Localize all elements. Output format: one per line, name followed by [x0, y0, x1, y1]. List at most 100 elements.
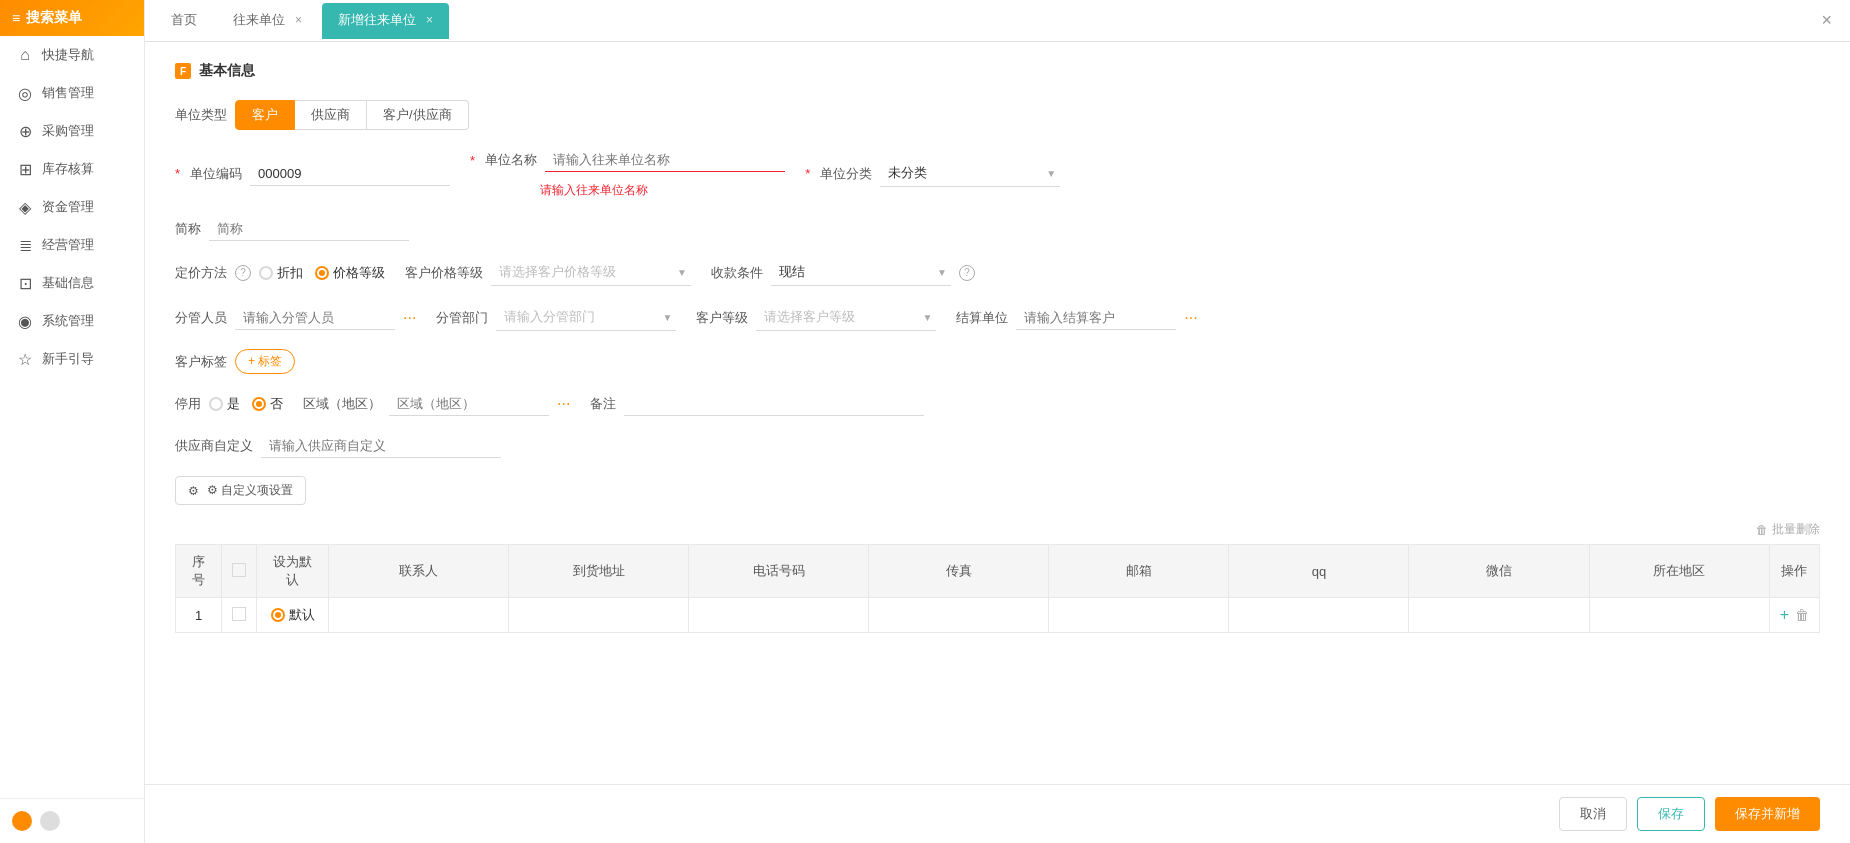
- department-select[interactable]: 请输入分管部门 ▼: [496, 304, 676, 331]
- system-icon: ◉: [16, 312, 34, 330]
- basic-info-icon: ⊡: [16, 274, 34, 292]
- fax-input[interactable]: [879, 608, 1038, 623]
- tab-partners[interactable]: 往来单位 ×: [217, 3, 318, 39]
- batch-delete-btn[interactable]: 🗑 批量删除: [1756, 521, 1820, 538]
- qq-input[interactable]: [1239, 608, 1398, 623]
- tab-new-partner[interactable]: 新增往来单位 ×: [322, 3, 449, 39]
- supplier-custom-label: 供应商自定义: [175, 437, 253, 455]
- tab-home[interactable]: 首页: [155, 3, 213, 39]
- payment-terms-group: 收款条件 现结 ▼ ?: [711, 259, 975, 286]
- cell-qq[interactable]: [1229, 598, 1409, 633]
- pricing-help-icon[interactable]: ?: [235, 265, 251, 281]
- sidebar-bottom-btn1[interactable]: [12, 811, 32, 831]
- table-region-input[interactable]: [1600, 608, 1759, 623]
- sidebar-item-system[interactable]: ◉ 系统管理: [0, 302, 144, 340]
- add-tag-button[interactable]: + 标签: [235, 349, 295, 374]
- pricing-group: 定价方法 ? 折扣 价格等级: [175, 264, 385, 282]
- sidebar-item-operations[interactable]: ≣ 经营管理: [0, 226, 144, 264]
- row-checkbox[interactable]: [232, 607, 246, 621]
- unit-code-label: 单位编码: [190, 165, 242, 183]
- radio-yes[interactable]: 是: [209, 395, 240, 413]
- sidebar-search[interactable]: ≡ 搜索菜单: [0, 0, 144, 36]
- chevron-down-icon5: ▼: [922, 312, 932, 323]
- custom-settings-button[interactable]: ⚙ ⚙ 自定义项设置: [175, 476, 306, 505]
- region-more-btn[interactable]: ···: [557, 395, 570, 413]
- radio-discount[interactable]: 折扣: [259, 264, 303, 282]
- sidebar-item-quick-nav[interactable]: ⌂ 快捷导航: [0, 36, 144, 74]
- unit-category-select[interactable]: 未分类 ▼: [880, 160, 1060, 187]
- phone-input[interactable]: [699, 608, 858, 623]
- col-default: 设为默认: [257, 545, 329, 598]
- disabled-group: 停用 是 否: [175, 395, 283, 413]
- short-name-input[interactable]: [209, 217, 409, 241]
- row-add-btn[interactable]: +: [1780, 606, 1789, 624]
- row-delete-btn[interactable]: 🗑: [1795, 607, 1809, 623]
- payment-help-icon[interactable]: ?: [959, 265, 975, 281]
- inventory-icon: ⊞: [16, 160, 34, 178]
- cell-region[interactable]: [1589, 598, 1769, 633]
- sidebar-item-sales[interactable]: ◎ 销售管理: [0, 74, 144, 112]
- table-select-all[interactable]: [232, 563, 246, 577]
- sidebar-item-inventory[interactable]: ⊞ 库存核算: [0, 150, 144, 188]
- wechat-input[interactable]: [1419, 608, 1578, 623]
- region-input[interactable]: [389, 392, 549, 416]
- sidebar-bottom-btn2[interactable]: [40, 811, 60, 831]
- cell-wechat[interactable]: [1409, 598, 1589, 633]
- col-action: 操作: [1769, 545, 1819, 598]
- chevron-down-icon: ▼: [1046, 168, 1056, 179]
- type-btn-customer[interactable]: 客户: [235, 100, 295, 130]
- department-placeholder: 请输入分管部门: [504, 308, 658, 326]
- unit-type-group: 单位类型 客户 供应商 客户/供应商: [175, 100, 469, 130]
- home-icon: ⌂: [16, 46, 34, 64]
- pricing-label: 定价方法: [175, 264, 227, 282]
- cell-contact[interactable]: [329, 598, 509, 633]
- settlement-more-btn[interactable]: ···: [1184, 309, 1197, 327]
- sidebar-label-operations: 经营管理: [42, 236, 94, 254]
- manager-more-btn[interactable]: ···: [403, 309, 416, 327]
- remark-input[interactable]: [624, 392, 924, 416]
- type-btn-supplier[interactable]: 供应商: [295, 100, 367, 130]
- cell-email[interactable]: [1049, 598, 1229, 633]
- radio-no[interactable]: 否: [252, 395, 283, 413]
- cell-fax[interactable]: [869, 598, 1049, 633]
- payment-terms-value: 现结: [779, 263, 933, 281]
- manager-input[interactable]: [235, 306, 395, 330]
- save-button[interactable]: 保存: [1637, 797, 1705, 831]
- unit-name-input[interactable]: [545, 148, 785, 172]
- sidebar-item-purchase[interactable]: ⊕ 采购管理: [0, 112, 144, 150]
- cell-check: [222, 598, 257, 633]
- cell-phone[interactable]: [689, 598, 869, 633]
- sidebar-label-inventory: 库存核算: [42, 160, 94, 178]
- payment-terms-select[interactable]: 现结 ▼: [771, 259, 951, 286]
- tabbar-close-btn[interactable]: ×: [1813, 10, 1840, 31]
- cancel-button[interactable]: 取消: [1559, 797, 1627, 831]
- manager-row: 分管人员 ··· 分管部门 请输入分管部门 ▼ 客户等级 请选择客户等级 ▼ 结…: [175, 304, 1820, 331]
- email-input[interactable]: [1059, 608, 1218, 623]
- save-add-button[interactable]: 保存并新增: [1715, 797, 1820, 831]
- short-name-label: 简称: [175, 220, 201, 238]
- tab-new-partner-close[interactable]: ×: [426, 13, 433, 27]
- row-default-radio[interactable]: [271, 608, 285, 622]
- tabbar: 首页 往来单位 × 新增往来单位 × ×: [145, 0, 1850, 42]
- address-input[interactable]: [519, 608, 678, 623]
- sidebar-label-basic-info: 基础信息: [42, 274, 94, 292]
- unit-category-label: 单位分类: [820, 165, 872, 183]
- settlement-input[interactable]: [1016, 306, 1176, 330]
- customer-price-select[interactable]: 请选择客户价格等级 ▼: [491, 259, 691, 286]
- sidebar-item-basic-info[interactable]: ⊡ 基础信息: [0, 264, 144, 302]
- cell-address[interactable]: [509, 598, 689, 633]
- radio-price-level[interactable]: 价格等级: [315, 264, 385, 282]
- contact-input[interactable]: [339, 608, 498, 623]
- supplier-custom-input[interactable]: [261, 434, 501, 458]
- customer-level-select[interactable]: 请选择客户等级 ▼: [756, 304, 936, 331]
- purchase-icon: ⊕: [16, 122, 34, 140]
- sidebar-item-finance[interactable]: ◈ 资金管理: [0, 188, 144, 226]
- customer-level-placeholder: 请选择客户等级: [764, 308, 918, 326]
- tab-partners-close[interactable]: ×: [295, 13, 302, 27]
- unit-code-input[interactable]: [250, 162, 450, 186]
- sidebar-item-guide[interactable]: ☆ 新手引导: [0, 340, 144, 378]
- department-group: 分管部门 请输入分管部门 ▼: [436, 304, 676, 331]
- type-btn-both[interactable]: 客户/供应商: [367, 100, 469, 130]
- content-area: F 基本信息 单位类型 客户 供应商 客户/供应商 * 单位编码: [145, 42, 1850, 784]
- gear-icon: ⚙: [188, 484, 199, 498]
